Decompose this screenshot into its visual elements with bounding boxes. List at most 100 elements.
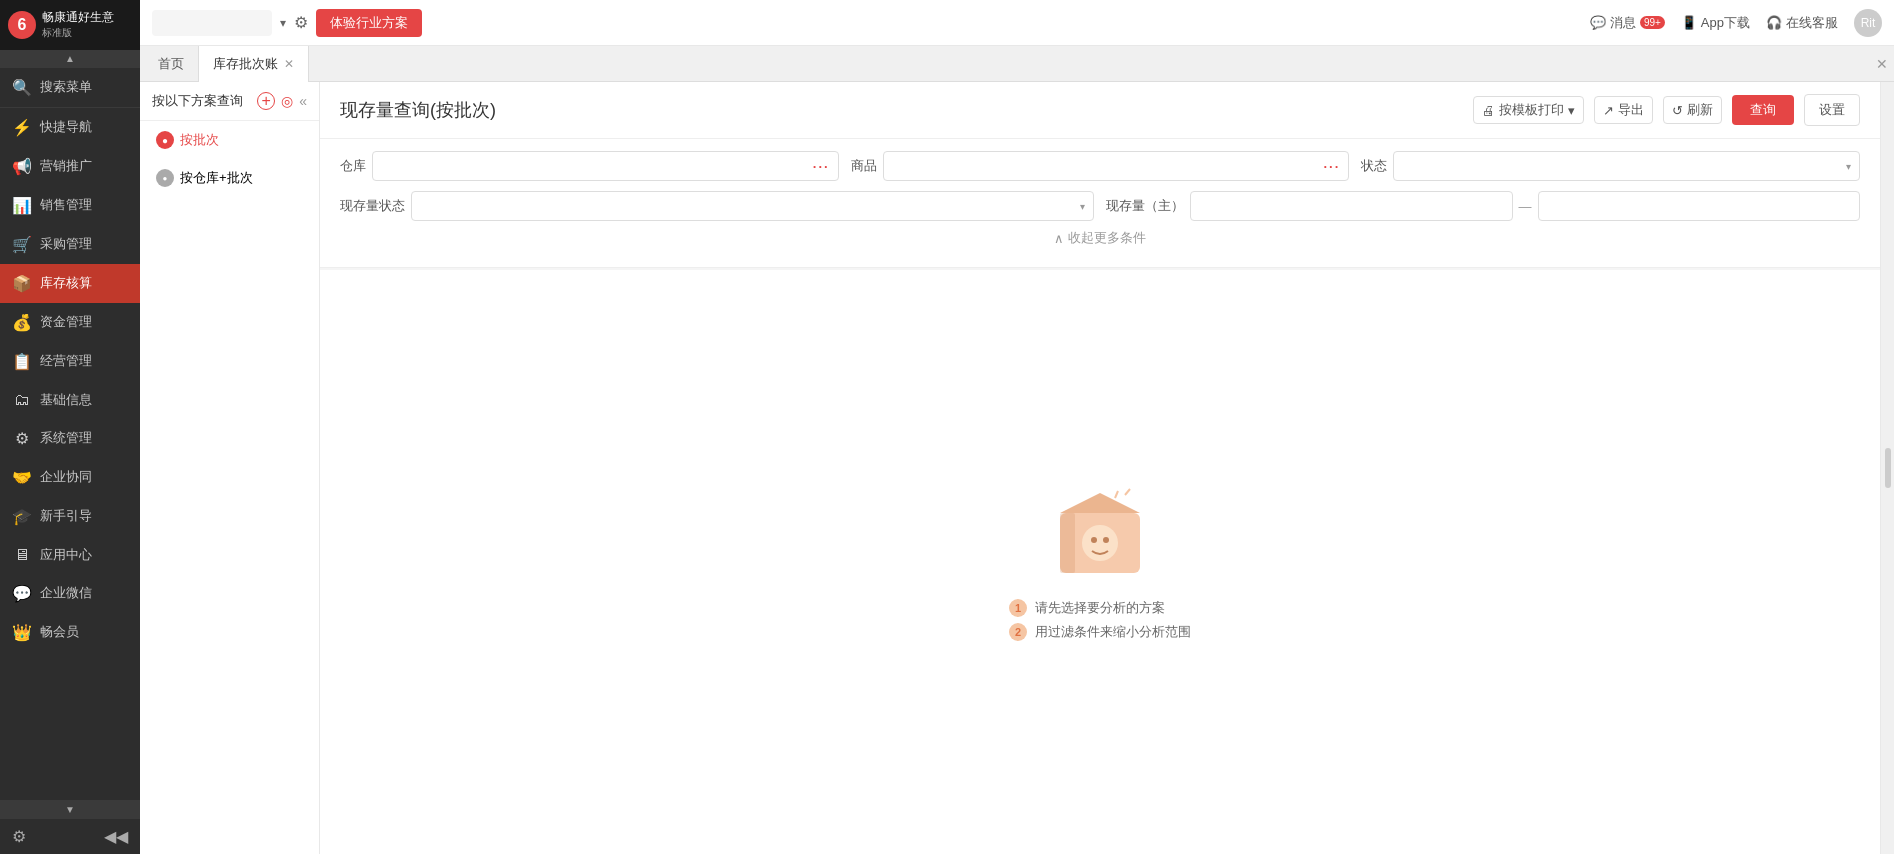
user-initials: Rit [1861, 16, 1876, 30]
sidebar-item-label: 资金管理 [40, 313, 92, 331]
topbar-actions: 💬 消息 99+ 📱 App下载 🎧 在线客服 Rit [1590, 9, 1882, 37]
sidebar-item-label: 营销推广 [40, 157, 92, 175]
filter-area: 仓库 ··· 商品 ··· [320, 139, 1880, 268]
page-header: 现存量查询(按批次) 🖨 按模板打印 ▾ ↗ 导出 ↺ 刷新 [320, 82, 1880, 139]
refresh-icon: ↺ [1672, 103, 1683, 118]
print-label: 按模板打印 [1499, 101, 1564, 119]
inventory-status-chevron: ▾ [1080, 201, 1085, 212]
filter-row-2: 现存量状态 ▾ 现存量（主） — [340, 191, 1860, 221]
add-plan-icon[interactable]: + [257, 92, 275, 110]
sidebar-item-members[interactable]: 👑 畅会员 [0, 613, 140, 652]
plan-item-label: 按仓库+批次 [180, 169, 253, 187]
page-header-actions: 🖨 按模板打印 ▾ ↗ 导出 ↺ 刷新 查询 设置 [1473, 94, 1860, 126]
message-label: 消息 [1610, 14, 1636, 32]
sidebar-item-newbie[interactable]: 🎓 新手引导 [0, 497, 140, 536]
sidebar-item-inventory[interactable]: 📦 库存核算 [0, 264, 140, 303]
message-icon: 💬 [1590, 15, 1606, 30]
content-area: 按以下方案查询 + ◎ « ● 按批次 ● 按仓库+批次 现存量查询(按批次) [140, 82, 1894, 854]
experience-button[interactable]: 体验行业方案 [316, 9, 422, 37]
collapse-label: 收起更多条件 [1068, 229, 1146, 247]
sidebar-scroll-down[interactable]: ▼ [0, 800, 140, 818]
warehouse-filter: 仓库 ··· [340, 151, 839, 181]
tab-close-icon[interactable]: ✕ [284, 57, 294, 71]
export-button[interactable]: ↗ 导出 [1594, 96, 1653, 124]
goods-dots[interactable]: ··· [1324, 159, 1341, 174]
topbar-search-area[interactable] [152, 10, 272, 36]
svg-line-7 [1125, 489, 1130, 495]
warehouse-dots[interactable]: ··· [813, 159, 830, 174]
export-icon: ↗ [1603, 103, 1614, 118]
svg-marker-1 [1060, 493, 1140, 513]
scroll-thumb [1885, 448, 1891, 488]
sidebar-item-sales[interactable]: 📊 销售管理 [0, 186, 140, 225]
sidebar-item-label: 库存核算 [40, 274, 92, 292]
status-select[interactable]: ▾ [1393, 151, 1860, 181]
app-logo: 6 [8, 11, 36, 39]
newbie-icon: 🎓 [12, 507, 32, 526]
sidebar-item-label: 基础信息 [40, 391, 92, 409]
page-close-button[interactable]: ✕ [1870, 54, 1894, 74]
inventory-status-select[interactable]: ▾ [411, 191, 1094, 221]
settings-button[interactable]: 设置 [1804, 94, 1860, 126]
topbar-dropdown-arrow[interactable]: ▾ [280, 16, 286, 30]
plan-item-by-warehouse-batch[interactable]: ● 按仓库+批次 [140, 159, 319, 197]
sidebar-bottom: ⚙ ◀◀ [0, 818, 140, 854]
refresh-button[interactable]: ↺ 刷新 [1663, 96, 1722, 124]
sidebar-item-purchase[interactable]: 🛒 采购管理 [0, 225, 140, 264]
settings-plan-icon[interactable]: ◎ [281, 93, 293, 109]
apps-icon: 🖥 [12, 546, 32, 564]
sidebar-item-label: 快捷导航 [40, 118, 92, 136]
goods-input[interactable]: ··· [883, 151, 1350, 181]
sidebar-item-quick-nav[interactable]: ⚡ 快捷导航 [0, 108, 140, 147]
inventory-quantity-label: 现存量（主） [1106, 197, 1184, 215]
goods-filter: 商品 ··· [851, 151, 1350, 181]
tab-batch[interactable]: 库存批次账 ✕ [199, 46, 309, 82]
sidebar-item-enterprise[interactable]: 🤝 企业协同 [0, 458, 140, 497]
sales-icon: 📊 [12, 196, 32, 215]
plan-item-by-batch[interactable]: ● 按批次 [140, 121, 319, 159]
sidebar-item-finance[interactable]: 💰 资金管理 [0, 303, 140, 342]
topbar-gear-icon[interactable]: ⚙ [294, 13, 308, 32]
sidebar-item-label: 应用中心 [40, 546, 92, 564]
sidebar-item-marketing[interactable]: 📢 营销推广 [0, 147, 140, 186]
online-service-action[interactable]: 🎧 在线客服 [1766, 14, 1838, 32]
message-badge: 99+ [1640, 16, 1665, 29]
sidebar-item-search[interactable]: 🔍 搜索菜单 [0, 68, 140, 108]
side-scrollbar[interactable] [1880, 82, 1894, 854]
tip-1-text: 请先选择要分析的方案 [1035, 599, 1165, 617]
status-filter: 状态 ▾ [1361, 151, 1860, 181]
app-download-action[interactable]: 📱 App下载 [1681, 14, 1750, 32]
inventory-icon: 📦 [12, 274, 32, 293]
collapse-filters-button[interactable]: ∧ 收起更多条件 [340, 221, 1860, 255]
query-button[interactable]: 查询 [1732, 95, 1794, 125]
inventory-quantity-from[interactable] [1190, 191, 1513, 221]
user-avatar[interactable]: Rit [1854, 9, 1882, 37]
plan-dot-red: ● [156, 131, 174, 149]
purchase-icon: 🛒 [12, 235, 32, 254]
tab-home[interactable]: 首页 [144, 46, 199, 82]
svg-point-4 [1091, 537, 1097, 543]
sidebar-scroll-up[interactable]: ▲ [0, 50, 140, 68]
collapse-panel-icon[interactable]: « [299, 93, 307, 109]
download-icon: 📱 [1681, 15, 1697, 30]
sidebar-item-wechat[interactable]: 💬 企业微信 [0, 574, 140, 613]
inventory-quantity-filter: 现存量（主） — [1106, 191, 1860, 221]
operations-icon: 📋 [12, 352, 32, 371]
sidebar-search-label: 搜索菜单 [40, 78, 92, 96]
right-content: 现存量查询(按批次) 🖨 按模板打印 ▾ ↗ 导出 ↺ 刷新 [320, 82, 1880, 854]
empty-tip-2: 2 用过滤条件来缩小分析范围 [1009, 623, 1191, 641]
print-button[interactable]: 🖨 按模板打印 ▾ [1473, 96, 1584, 124]
inventory-status-label: 现存量状态 [340, 197, 405, 215]
sidebar-item-basic[interactable]: 🗂 基础信息 [0, 381, 140, 419]
collapse-icon[interactable]: ◀◀ [104, 827, 128, 846]
sidebar-item-apps[interactable]: 🖥 应用中心 [0, 536, 140, 574]
inventory-quantity-to[interactable] [1538, 191, 1861, 221]
message-action[interactable]: 💬 消息 99+ [1590, 14, 1665, 32]
settings-icon[interactable]: ⚙ [12, 827, 26, 846]
sidebar-item-operations[interactable]: 📋 经营管理 [0, 342, 140, 381]
enterprise-icon: 🤝 [12, 468, 32, 487]
sidebar-item-system[interactable]: ⚙ 系统管理 [0, 419, 140, 458]
warehouse-input[interactable]: ··· [372, 151, 839, 181]
warehouse-label: 仓库 [340, 157, 366, 175]
inventory-status-filter: 现存量状态 ▾ [340, 191, 1094, 221]
